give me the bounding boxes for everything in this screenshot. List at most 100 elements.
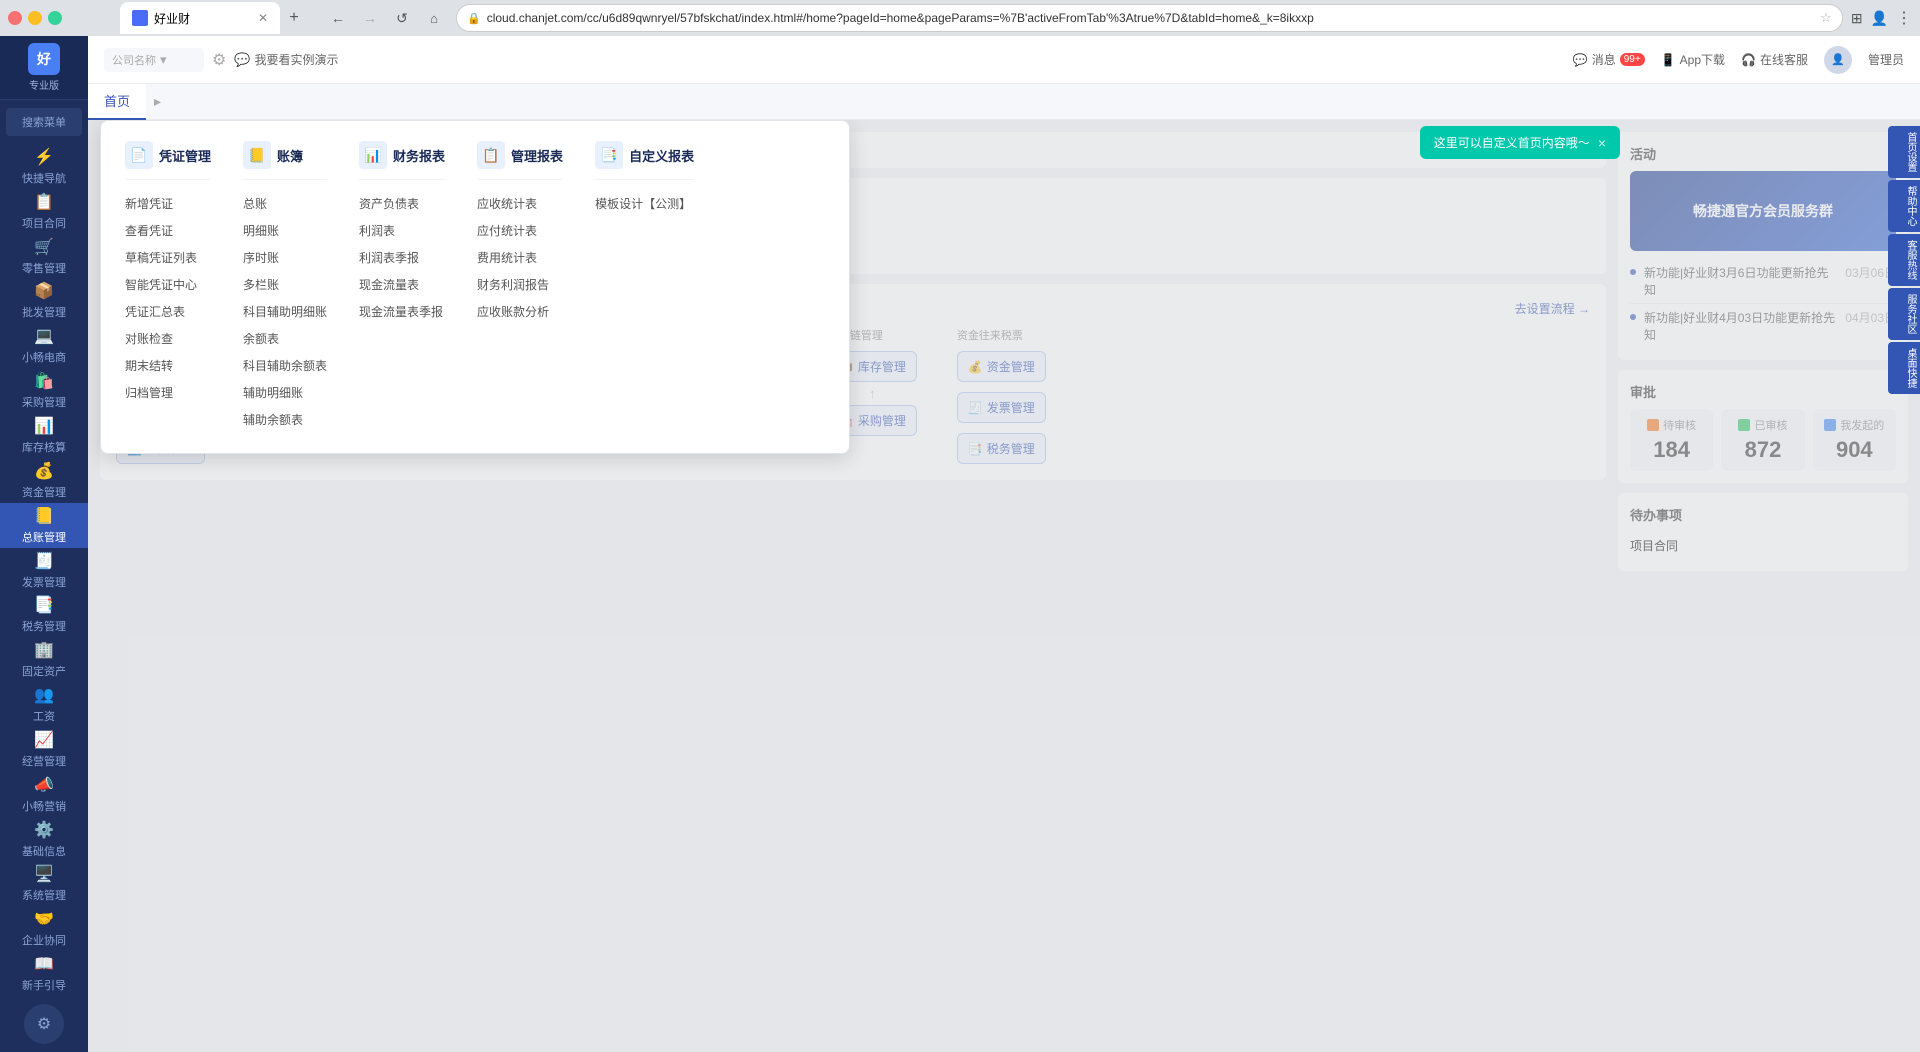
menu-item-archive[interactable]: 归档管理 bbox=[125, 379, 211, 406]
side-btn-community[interactable]: 服务社区 bbox=[1888, 288, 1920, 340]
menu-item-period-end[interactable]: 期末结转 bbox=[125, 352, 211, 379]
side-btn-help[interactable]: 帮助中心 bbox=[1888, 180, 1920, 232]
user-avatar[interactable]: 👤 bbox=[1824, 46, 1852, 74]
sidebar-item-system[interactable]: 🖥️ 系统管理 bbox=[0, 862, 88, 907]
menu-item-ar-analysis[interactable]: 应收账款分析 bbox=[477, 298, 563, 325]
menu-item-reconcile[interactable]: 对账检查 bbox=[125, 325, 211, 352]
menu-item-subject-balance[interactable]: 科目辅助余额表 bbox=[243, 352, 327, 379]
sidebar-item-fixed[interactable]: 🏢 固定资产 bbox=[0, 637, 88, 682]
sidebar-item-quick[interactable]: ⚡ 快捷导航 bbox=[0, 144, 88, 189]
sidebar-item-wholesale[interactable]: 📦 批发管理 bbox=[0, 279, 88, 324]
menu-item-add-voucher[interactable]: 新增凭证 bbox=[125, 190, 211, 217]
sidebar-item-label: 基础信息 bbox=[22, 843, 66, 859]
message-label: 消息 bbox=[1592, 51, 1616, 68]
menu-item-detail-ledger[interactable]: 明细账 bbox=[243, 217, 327, 244]
menu-item-cashflow-q[interactable]: 现金流量表季报 bbox=[359, 298, 445, 325]
sidebar-item-coop[interactable]: 🤝 企业协同 bbox=[0, 906, 88, 951]
inventory-icon: 📊 bbox=[34, 416, 54, 436]
url-text: cloud.chanjet.com/cc/u6d89qwnryel/57bfsk… bbox=[487, 11, 1814, 25]
win-min-btn[interactable] bbox=[28, 11, 42, 25]
menu-item-cashflow[interactable]: 现金流量表 bbox=[359, 271, 445, 298]
sidebar-item-ecommerce[interactable]: 💻 小畅电商 bbox=[0, 323, 88, 368]
sidebar-item-label: 小畅电商 bbox=[22, 349, 66, 365]
sidebar-item-label: 小畅营销 bbox=[22, 798, 66, 814]
side-btn-desktop[interactable]: 桌面快捷 bbox=[1888, 342, 1920, 394]
tab-title: 好业财 bbox=[154, 10, 190, 27]
tab-home[interactable]: 首页 bbox=[88, 84, 146, 120]
dropdown-menu: 📄 凭证管理 新增凭证 查看凭证 草稿凭证列表 智能凭证中心 凭证汇总表 对账检… bbox=[100, 120, 850, 454]
reload-button[interactable]: ↺ bbox=[388, 4, 416, 32]
menu-item-multi-ledger[interactable]: 多栏账 bbox=[243, 271, 327, 298]
more-icon[interactable]: ⋮ bbox=[1896, 8, 1912, 28]
menu-item-aux-detail[interactable]: 辅助明细账 bbox=[243, 379, 327, 406]
sidebar-item-guide[interactable]: 📖 新手引导 bbox=[0, 951, 88, 996]
menu-item-ar-stats[interactable]: 应收统计表 bbox=[477, 190, 563, 217]
guide-icon: 📖 bbox=[34, 954, 54, 974]
payroll-icon: 👥 bbox=[34, 685, 54, 705]
sidebar-item-label: 库存核算 bbox=[22, 439, 66, 455]
message-button[interactable]: 💬 消息 99+ bbox=[1573, 51, 1645, 68]
menu-item-ap-stats[interactable]: 应付统计表 bbox=[477, 217, 563, 244]
menu-item-profit-report[interactable]: 财务利润报告 bbox=[477, 271, 563, 298]
company-dropdown[interactable]: 公司名称 ▾ bbox=[104, 48, 204, 72]
tab-expand-btn[interactable]: ▸ bbox=[146, 93, 169, 110]
menu-item-profit[interactable]: 利润表 bbox=[359, 217, 445, 244]
forward-button[interactable]: → bbox=[356, 4, 384, 32]
menu-item-voucher-summary[interactable]: 凭证汇总表 bbox=[125, 298, 211, 325]
extensions-icon[interactable]: ⊞ bbox=[1851, 10, 1863, 27]
menu-item-time-ledger[interactable]: 序时账 bbox=[243, 244, 327, 271]
sidebar-item-base[interactable]: ⚙️ 基础信息 bbox=[0, 817, 88, 862]
menu-item-profit-q[interactable]: 利润表季报 bbox=[359, 244, 445, 271]
finance-report-title: 财务报表 bbox=[393, 146, 445, 165]
sidebar-item-project[interactable]: 📋 项目合同 bbox=[0, 189, 88, 234]
floating-tip: 这里可以自定义首页内容哦～ × bbox=[1420, 126, 1620, 159]
menu-item-expense-stats[interactable]: 费用统计表 bbox=[477, 244, 563, 271]
message-badge: 99+ bbox=[1620, 53, 1645, 66]
win-close-btn[interactable] bbox=[8, 11, 22, 25]
home-button[interactable]: ⌂ bbox=[420, 4, 448, 32]
menu-item-smart-voucher[interactable]: 智能凭证中心 bbox=[125, 271, 211, 298]
profile-icon[interactable]: 👤 bbox=[1871, 10, 1888, 27]
sidebar-item-purchase[interactable]: 🛍️ 采购管理 bbox=[0, 368, 88, 413]
tab-close-icon[interactable]: ✕ bbox=[258, 11, 268, 25]
menu-item-balance[interactable]: 余额表 bbox=[243, 325, 327, 352]
sidebar-item-tax[interactable]: 📑 税务管理 bbox=[0, 592, 88, 637]
ops-icon: 📈 bbox=[34, 730, 54, 750]
sidebar-item-retail[interactable]: 🛒 零售管理 bbox=[0, 234, 88, 279]
address-bar[interactable]: 🔒 cloud.chanjet.com/cc/u6d89qwnryel/57bf… bbox=[456, 4, 1843, 32]
quick-icon: ⚡ bbox=[34, 147, 54, 167]
bookmark-icon[interactable]: ☆ bbox=[1820, 10, 1832, 26]
service-label: 在线客服 bbox=[1760, 51, 1808, 68]
menu-item-view-voucher[interactable]: 查看凭证 bbox=[125, 217, 211, 244]
service-icon: 🎧 bbox=[1741, 53, 1756, 67]
new-tab-button[interactable]: + bbox=[280, 4, 308, 32]
search-menu-button[interactable]: 搜索菜单 bbox=[6, 108, 82, 136]
custom-report-title: 自定义报表 bbox=[629, 146, 694, 165]
app-download-button[interactable]: 📱 App下载 bbox=[1661, 51, 1725, 68]
browser-tab-active[interactable]: 好业财 ✕ bbox=[120, 2, 280, 34]
sidebar-item-marketing[interactable]: 📣 小畅营销 bbox=[0, 772, 88, 817]
side-btn-homepage[interactable]: 首页设置 bbox=[1888, 126, 1920, 178]
sidebar-item-funds[interactable]: 💰 资金管理 bbox=[0, 458, 88, 503]
menu-item-aux-balance[interactable]: 辅助余额表 bbox=[243, 406, 327, 433]
back-button[interactable]: ← bbox=[324, 4, 352, 32]
settings-icon[interactable]: ⚙ bbox=[212, 50, 226, 70]
menu-item-draft-voucher[interactable]: 草稿凭证列表 bbox=[125, 244, 211, 271]
mgmt-report-title: 管理报表 bbox=[511, 146, 563, 165]
online-service-button[interactable]: 🎧 在线客服 bbox=[1741, 51, 1808, 68]
sidebar-item-accounting[interactable]: 📒 总账管理 bbox=[0, 503, 88, 548]
menu-item-template-design[interactable]: 模板设计【公测】 bbox=[595, 190, 694, 217]
sidebar-item-payroll[interactable]: 👥 工资 bbox=[0, 682, 88, 727]
accounting-icon: 📒 bbox=[34, 506, 54, 526]
sidebar-item-invoice[interactable]: 🧾 发票管理 bbox=[0, 548, 88, 593]
menu-item-subject-detail[interactable]: 科目辅助明细账 bbox=[243, 298, 327, 325]
menu-item-balance-sheet[interactable]: 资产负债表 bbox=[359, 190, 445, 217]
menu-item-general-ledger[interactable]: 总账 bbox=[243, 190, 327, 217]
side-btn-service[interactable]: 客服热线 bbox=[1888, 234, 1920, 286]
tip-close-btn[interactable]: × bbox=[1598, 135, 1606, 151]
sidebar-item-ops[interactable]: 📈 经营管理 bbox=[0, 727, 88, 772]
demo-button[interactable]: 💬 我要看实例演示 bbox=[234, 51, 338, 68]
win-max-btn[interactable] bbox=[48, 11, 62, 25]
settings-button[interactable]: ⚙ bbox=[24, 1004, 64, 1044]
sidebar-item-inventory[interactable]: 📊 库存核算 bbox=[0, 413, 88, 458]
